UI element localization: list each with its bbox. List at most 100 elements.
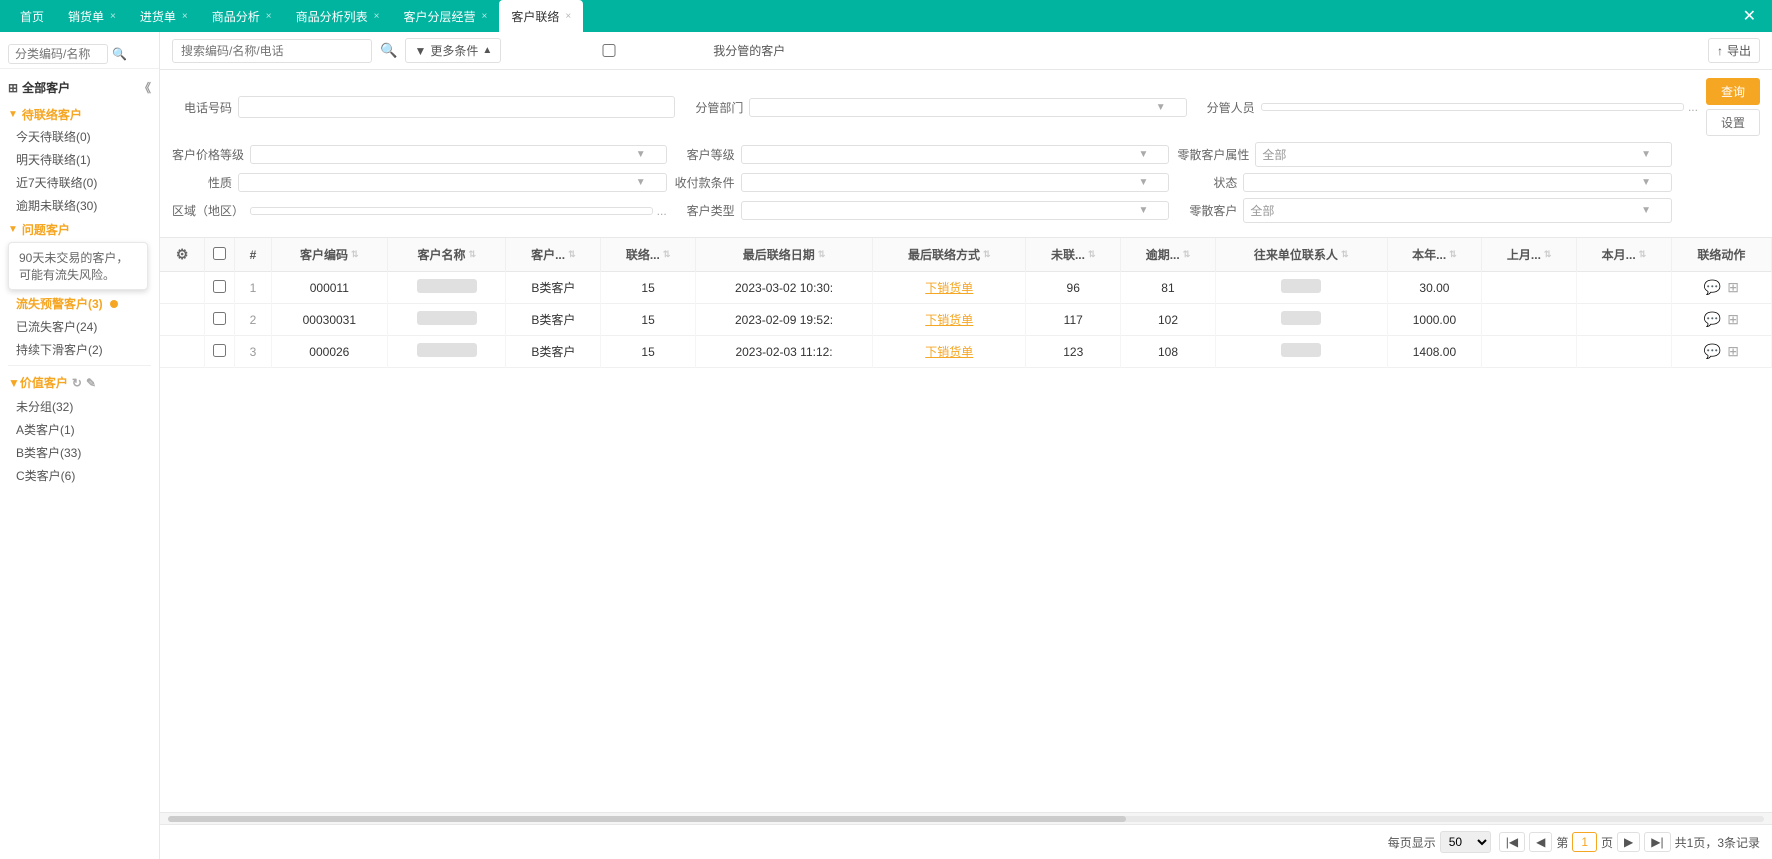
sort-this-month-icon[interactable]: ⇅ [1639,249,1647,260]
col-settings[interactable]: ⚙ [160,238,205,272]
section-pending-contact[interactable]: ▼ 待联络客户 [0,102,159,125]
sidebar-item-overdue-label: 逾期未联络(30) [16,199,97,213]
row-checkbox-2[interactable] [213,344,226,357]
tab-purchase-label: 进货单 [140,8,176,25]
sidebar-item-at-risk[interactable]: 流失预警客户(3) [0,292,159,315]
row-uncontacted-cell: 117 [1026,304,1121,336]
last-page-button[interactable]: ▶| [1644,832,1670,852]
action-more-icon[interactable]: ⊞ [1727,343,1739,360]
row-code-cell: 000026 [271,336,387,368]
retail-attr-select[interactable]: 全部 ▼ [1255,142,1672,167]
customer-type-select[interactable]: ▼ [741,201,1170,220]
select-all-checkbox[interactable] [213,247,226,260]
row-last-method-cell[interactable]: 下销货单 [873,272,1026,304]
sort-uncontacted-icon[interactable]: ⇅ [1088,249,1096,260]
dept-select[interactable]: ▼ [749,98,1186,117]
sidebar-collapse-btn[interactable]: 《 [139,79,151,96]
area-select[interactable] [250,207,653,215]
edit-icon[interactable]: ✎ [86,376,96,390]
tab-sales-close[interactable]: × [110,11,116,22]
query-button[interactable]: 查询 [1706,78,1760,105]
sidebar-item-7days[interactable]: 近7天待联络(0) [0,171,159,194]
sidebar-item-lost[interactable]: 已流失客户(24) [0,315,159,338]
tab-analysis-list-close[interactable]: × [374,11,380,22]
sidebar-search-input[interactable] [8,44,108,64]
tab-home[interactable]: 首页 [8,0,56,32]
action-chat-icon[interactable]: 💬 [1704,311,1721,328]
tab-customer-segment[interactable]: 客户分层经营 × [391,0,499,32]
window-close-button[interactable]: ✕ [1735,6,1764,26]
nature-select[interactable]: ▼ [238,173,667,192]
sidebar-item-class-a[interactable]: A类客户(1) [0,418,159,441]
per-page-select[interactable]: 50 100 200 [1440,831,1491,853]
tab-sales[interactable]: 销货单 × [56,0,128,32]
sort-level-icon[interactable]: ⇅ [568,249,576,260]
tab-customer-segment-close[interactable]: × [481,11,487,22]
tab-analysis-close[interactable]: × [266,11,272,22]
settings-icon[interactable]: ⚙ [176,246,189,262]
tab-purchase[interactable]: 进货单 × [128,0,200,32]
section-value[interactable]: ▼ 价值客户 ↻ ✎ [0,370,159,395]
refresh-icon[interactable]: ↻ [72,376,82,390]
action-more-icon[interactable]: ⊞ [1727,279,1739,296]
person-select[interactable] [1261,103,1684,111]
search-button[interactable]: 🔍 [380,42,397,59]
action-chat-icon[interactable]: 💬 [1704,343,1721,360]
col-this-year: 本年...⇅ [1387,238,1482,272]
row-action-cell: 💬 ⊞ [1671,336,1771,368]
tab-customer-contact-close[interactable]: × [565,11,571,22]
sort-contact-icon[interactable]: ⇅ [663,249,671,260]
action-chat-icon[interactable]: 💬 [1704,279,1721,296]
sidebar-item-today[interactable]: 今天待联络(0) [0,125,159,148]
sort-overdue-icon[interactable]: ⇅ [1183,249,1191,260]
sort-unit-icon[interactable]: ⇅ [1341,249,1349,260]
payment-select[interactable]: ▼ [741,173,1170,192]
price-level-select[interactable]: ▼ [250,145,667,164]
row-unit-contact-cell [1215,304,1387,336]
sort-name-icon[interactable]: ⇅ [468,249,476,260]
sort-date-icon[interactable]: ⇅ [818,249,826,260]
row-checkbox-0[interactable] [213,280,226,293]
next-page-button[interactable]: ▶ [1617,832,1640,852]
search-input[interactable] [172,39,372,63]
my-customers-checkbox-label[interactable]: 我分管的客户 [509,42,785,59]
export-button[interactable]: ↑ 导出 [1708,38,1760,63]
filter-button[interactable]: ▼ 更多条件 ▲ [405,38,501,63]
sort-year-icon[interactable]: ⇅ [1449,249,1457,260]
horizontal-scrollbar[interactable] [160,812,1772,824]
sidebar-item-class-c[interactable]: C类客户(6) [0,464,159,487]
person-more-dots[interactable]: ... [1688,100,1698,114]
row-settings-cell [160,304,205,336]
sidebar-item-declining[interactable]: 持续下滑客户(2) [0,338,159,361]
tab-analysis[interactable]: 商品分析 × [200,0,284,32]
row-last-method-cell[interactable]: 下销货单 [873,336,1026,368]
my-customers-checkbox[interactable] [509,44,709,57]
scroll-thumb[interactable] [168,816,1126,822]
blurred-unit [1281,311,1321,325]
area-more-dots[interactable]: ... [657,204,667,218]
sidebar-item-unsorted[interactable]: 未分组(32) [0,395,159,418]
status-select[interactable]: ▼ [1243,173,1672,192]
action-more-icon[interactable]: ⊞ [1727,311,1739,328]
sort-last-month-icon[interactable]: ⇅ [1544,249,1552,260]
first-page-button[interactable]: |◀ [1499,832,1525,852]
customer-level-select[interactable]: ▼ [741,145,1170,164]
prev-page-button[interactable]: ◀ [1529,832,1552,852]
tab-analysis-list[interactable]: 商品分析列表 × [284,0,392,32]
scroll-track[interactable] [168,816,1764,822]
phone-input[interactable] [238,96,675,118]
settings-button[interactable]: 设置 [1706,109,1760,136]
current-page-number[interactable]: 1 [1572,832,1597,852]
tab-customer-contact[interactable]: 客户联络 × [499,0,583,32]
sidebar-item-class-b[interactable]: B类客户(33) [0,441,159,464]
col-action: 联络动作 [1671,238,1771,272]
tab-purchase-close[interactable]: × [182,11,188,22]
sidebar-item-tomorrow[interactable]: 明天待联络(1) [0,148,159,171]
sort-method-icon[interactable]: ⇅ [983,249,991,260]
row-last-method-cell[interactable]: 下销货单 [873,304,1026,336]
sidebar-item-overdue[interactable]: 逾期未联络(30) [0,194,159,217]
section-problem[interactable]: ▼ 问题客户 [0,217,159,240]
retail-customer-select[interactable]: 全部 ▼ [1243,198,1672,223]
sort-code-icon[interactable]: ⇅ [351,249,359,260]
row-checkbox-1[interactable] [213,312,226,325]
